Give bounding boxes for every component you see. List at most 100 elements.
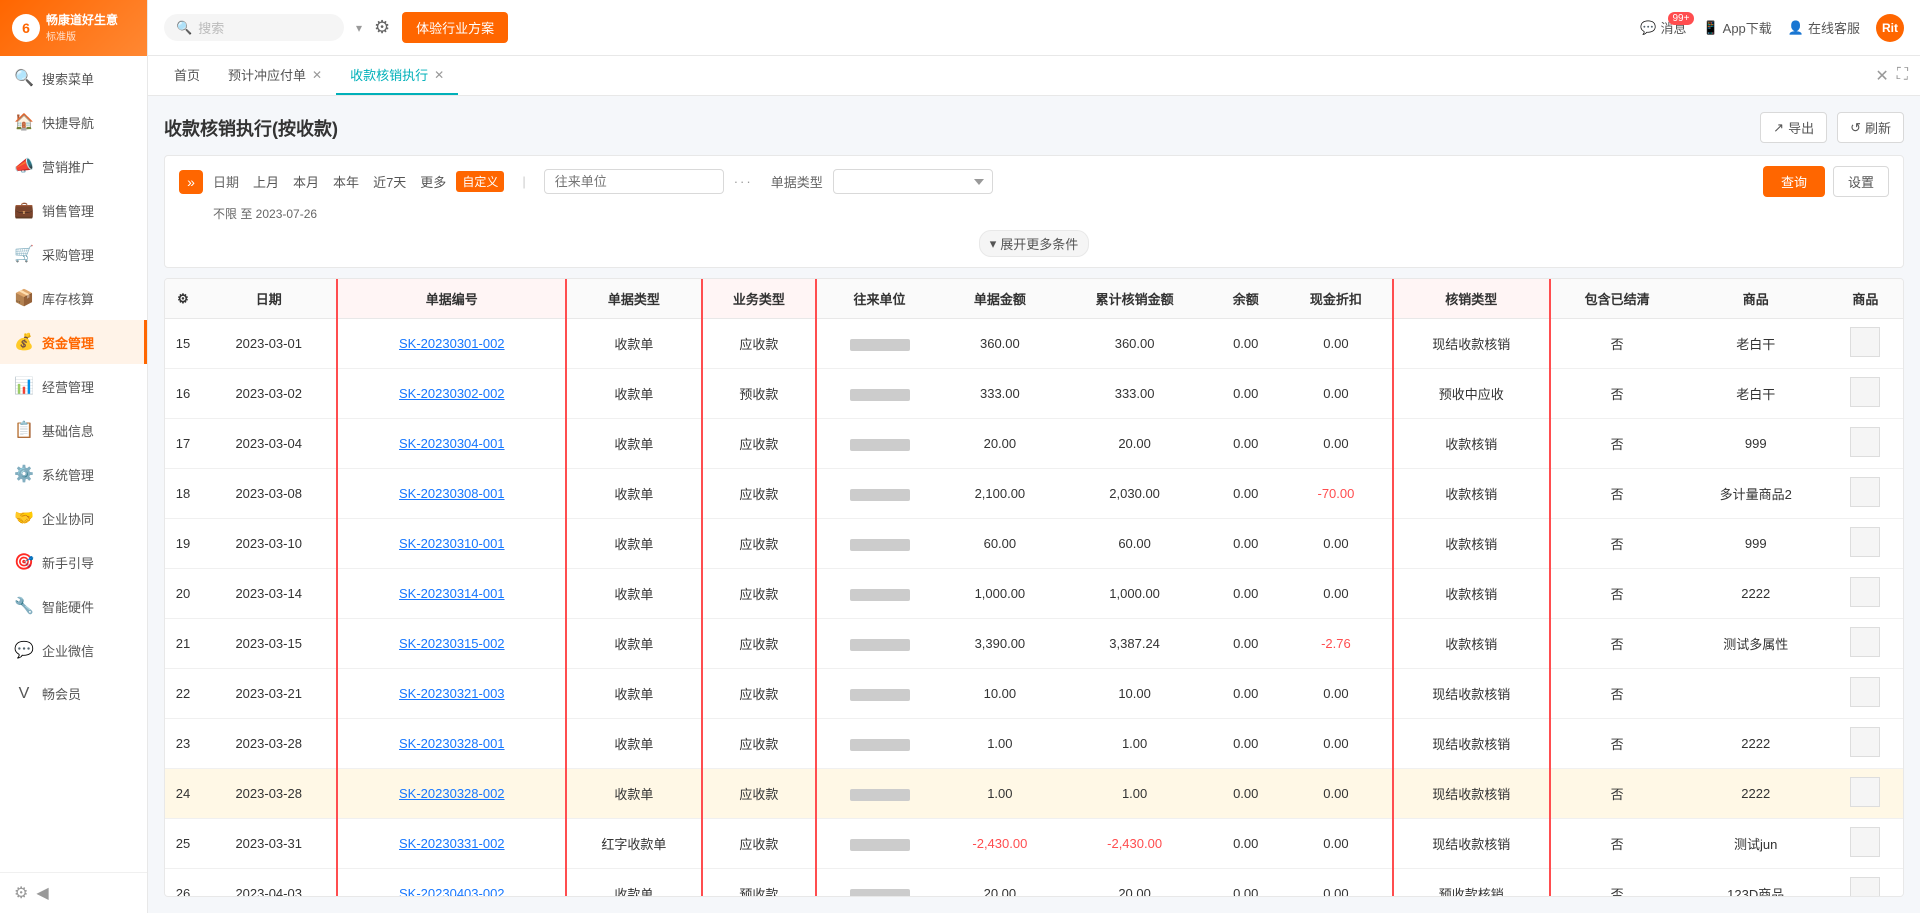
cell-include-settled: 否	[1550, 819, 1684, 869]
cell-goods2	[1828, 869, 1903, 898]
sidebar-item-sales[interactable]: 💼 销售管理	[0, 188, 147, 232]
export-btn[interactable]: ↗ 导出	[1760, 112, 1827, 143]
service-icon: 👤	[1788, 20, 1804, 36]
tab-payable-close[interactable]: ✕	[312, 68, 322, 82]
cell-doc-type: 收款单	[566, 319, 702, 369]
online-service-btn[interactable]: 👤 在线客服	[1788, 18, 1860, 37]
doc-no-link[interactable]: SK-20230315-002	[399, 636, 505, 651]
doc-no-link[interactable]: SK-20230331-002	[399, 836, 505, 851]
filter-date-last-month[interactable]: 上月	[249, 170, 283, 193]
refresh-btn[interactable]: ↺ 刷新	[1837, 112, 1904, 143]
sidebar-item-operations[interactable]: 📊 经营管理	[0, 364, 147, 408]
app-download-btn[interactable]: 📱 App下载	[1702, 18, 1771, 37]
filter-doc-type-select[interactable]	[833, 169, 993, 194]
doc-no-link[interactable]: SK-20230328-001	[399, 736, 505, 751]
header-dropdown-arrow[interactable]: ▾	[356, 21, 362, 35]
cell-doc-type: 红字收款单	[566, 819, 702, 869]
sidebar-item-system[interactable]: ⚙️ 系统管理	[0, 452, 147, 496]
table-row: 18 2023-03-08 SK-20230308-001 收款单 应收款 2,…	[165, 469, 1903, 519]
filter-date-this-month[interactable]: 本月	[289, 170, 323, 193]
gear-icon[interactable]: ⚙	[177, 291, 189, 306]
sidebar-collapse-btn[interactable]: ◀	[36, 883, 48, 903]
tab-home[interactable]: 首页	[160, 56, 214, 95]
filter-settings-btn[interactable]: 设置	[1833, 166, 1889, 197]
cell-goods: 测试多属性	[1684, 619, 1828, 669]
cell-biz-type: 应收款	[702, 719, 816, 769]
sidebar-item-quick-nav[interactable]: 🏠 快捷导航	[0, 100, 147, 144]
table-row: 24 2023-03-28 SK-20230328-002 收款单 应收款 1.…	[165, 769, 1903, 819]
sidebar-item-finance[interactable]: 💰 资金管理	[0, 320, 147, 364]
cell-goods: 多计量商品2	[1684, 469, 1828, 519]
doc-no-link[interactable]: SK-20230302-002	[399, 386, 505, 401]
app-icon: 📱	[1702, 20, 1718, 36]
sidebar-item-guide[interactable]: 🎯 新手引导	[0, 540, 147, 584]
doc-no-link[interactable]: SK-20230310-001	[399, 536, 505, 551]
cell-goods: 123D商品	[1684, 869, 1828, 898]
tab-receivable-exec[interactable]: 收款核销执行 ✕	[336, 56, 458, 95]
filter-date-custom[interactable]: 自定义	[456, 171, 504, 192]
filter-partner-input[interactable]	[544, 169, 724, 194]
cell-goods2	[1828, 769, 1903, 819]
cell-partner	[816, 569, 942, 619]
sidebar-item-wechat[interactable]: 💬 企业微信	[0, 628, 147, 672]
cell-cumulative: 60.00	[1058, 519, 1212, 569]
cell-partner	[816, 669, 942, 719]
cell-date: 2023-03-01	[201, 319, 337, 369]
filter-date-label: 日期	[213, 172, 239, 191]
filter-date-more[interactable]: 更多	[416, 170, 450, 193]
filter-query-btn[interactable]: 查询	[1763, 166, 1825, 197]
search-icon: 🔍	[14, 68, 34, 88]
industry-btn[interactable]: 体验行业方案	[402, 12, 508, 43]
header-right: 💬 消息 99+ 📱 App下载 👤 在线客服 Rit	[1640, 14, 1904, 42]
doc-no-link[interactable]: SK-20230314-001	[399, 586, 505, 601]
cell-cancel-type: 收款核销	[1393, 519, 1550, 569]
header-search-box[interactable]: 🔍 搜索	[164, 14, 344, 41]
doc-no-link[interactable]: SK-20230321-003	[399, 686, 505, 701]
cell-cancel-type: 现结收款核销	[1393, 319, 1550, 369]
cell-cumulative: 10.00	[1058, 669, 1212, 719]
cell-date: 2023-03-15	[201, 619, 337, 669]
tab-payable[interactable]: 预计冲应付单 ✕	[214, 56, 336, 95]
sidebar-item-marketing[interactable]: 📣 营销推广	[0, 144, 147, 188]
filter-date-this-year[interactable]: 本年	[329, 170, 363, 193]
doc-no-link[interactable]: SK-20230328-002	[399, 786, 505, 801]
doc-no-link[interactable]: SK-20230301-002	[399, 336, 505, 351]
filter-date-7days[interactable]: 近7天	[369, 170, 410, 193]
sidebar-settings-btn[interactable]: ⚙	[14, 883, 28, 903]
header-gear-icon[interactable]: ⚙	[374, 17, 390, 38]
main-area: 🔍 搜索 ▾ ⚙ 体验行业方案 💬 消息 99+ 📱 App下载 👤 在线客服 …	[148, 0, 1920, 913]
cell-balance: 0.00	[1211, 719, 1280, 769]
sidebar-item-inventory[interactable]: 📦 库存核算	[0, 276, 147, 320]
maximize-window-btn[interactable]: ⛶	[1897, 66, 1908, 86]
sidebar-item-purchase[interactable]: 🛒 采购管理	[0, 232, 147, 276]
expand-more-btn[interactable]: ▾ 展开更多条件	[979, 230, 1090, 257]
cell-cumulative: 1.00	[1058, 769, 1212, 819]
doc-no-link[interactable]: SK-20230403-002	[399, 886, 505, 897]
sidebar-item-basic[interactable]: 📋 基础信息	[0, 408, 147, 452]
filter-date-range: 不限 至 2023-07-26	[213, 205, 317, 222]
filter-row-main: » 日期 上月 本月 本年 近7天 更多 自定义 | ··· 单据类型	[179, 166, 1889, 197]
table-row: 17 2023-03-04 SK-20230304-001 收款单 应收款 20…	[165, 419, 1903, 469]
close-window-btn[interactable]: ✕	[1875, 66, 1888, 86]
table-header-row: ⚙ 日期 单据编号 单据类型 业务类型 往来单位 单据金额 累计核销金额 余额 …	[165, 279, 1903, 319]
sidebar-item-hardware[interactable]: 🔧 智能硬件	[0, 584, 147, 628]
cell-doc-no: SK-20230314-001	[337, 569, 566, 619]
doc-no-link[interactable]: SK-20230304-001	[399, 436, 505, 451]
user-avatar[interactable]: Rit	[1876, 14, 1904, 42]
doc-no-link[interactable]: SK-20230308-001	[399, 486, 505, 501]
wechat-icon: 💬	[14, 640, 34, 660]
sidebar-item-member[interactable]: V 畅会员	[0, 672, 147, 715]
cell-doc-type: 收款单	[566, 619, 702, 669]
sidebar-item-search[interactable]: 🔍 搜索菜单	[0, 56, 147, 100]
basic-icon: 📋	[14, 420, 34, 440]
cell-doc-amount: 1.00	[942, 769, 1058, 819]
cell-balance: 0.00	[1211, 369, 1280, 419]
sidebar-item-enterprise[interactable]: 🤝 企业协同	[0, 496, 147, 540]
cell-goods2	[1828, 569, 1903, 619]
sidebar-item-label: 经营管理	[42, 377, 94, 396]
filter-expand-btn[interactable]: »	[179, 170, 203, 194]
notification-btn[interactable]: 💬 消息 99+	[1640, 18, 1686, 37]
cell-doc-amount: 1,000.00	[942, 569, 1058, 619]
tab-receivable-close[interactable]: ✕	[434, 68, 444, 82]
cell-doc-amount: 360.00	[942, 319, 1058, 369]
